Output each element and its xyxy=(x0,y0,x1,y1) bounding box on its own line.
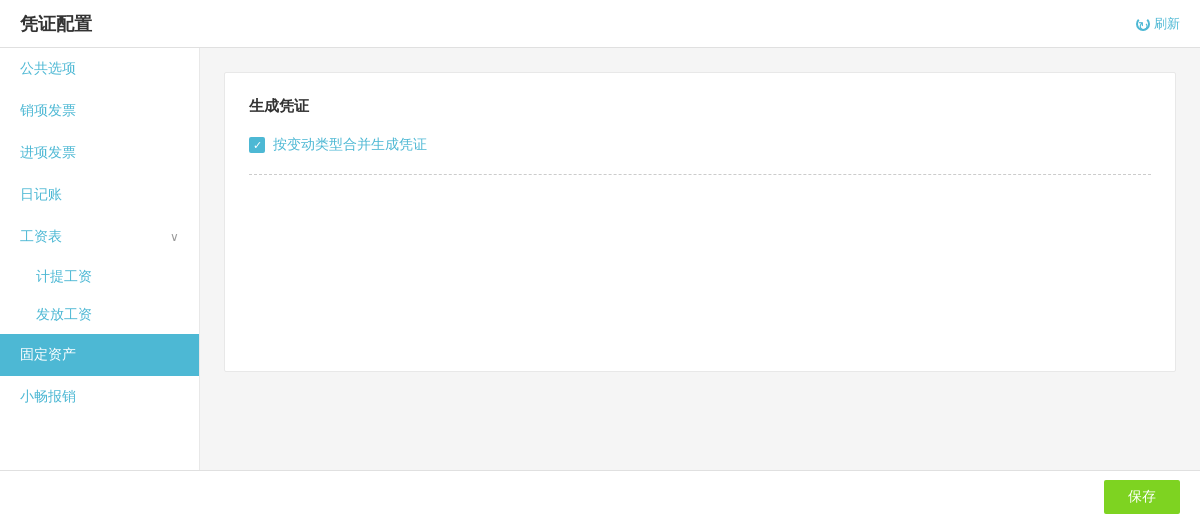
sidebar-item-label: 工资表 xyxy=(20,228,62,246)
sidebar-item-label: 公共选项 xyxy=(20,60,76,78)
sidebar-item-journal[interactable]: 日记账 xyxy=(0,174,199,216)
sidebar-item-public[interactable]: 公共选项 xyxy=(0,48,199,90)
sidebar-item-label: 进项发票 xyxy=(20,144,76,162)
sidebar-item-label: 计提工资 xyxy=(36,268,92,284)
refresh-icon: ↻ xyxy=(1136,17,1150,31)
sidebar-item-payroll-calc[interactable]: 计提工资 xyxy=(0,258,199,296)
chevron-down-icon: ∨ xyxy=(170,230,179,244)
sidebar-item-label: 日记账 xyxy=(20,186,62,204)
save-button[interactable]: 保存 xyxy=(1104,480,1180,514)
sidebar-item-label: 小畅报销 xyxy=(20,388,76,406)
sidebar-item-label: 销项发票 xyxy=(20,102,76,120)
footer: 保存 xyxy=(0,470,1200,522)
refresh-label: 刷新 xyxy=(1154,15,1180,33)
main-content: 公共选项 销项发票 进项发票 日记账 工资表 ∨ 计提工资 发放工资 固定资 xyxy=(0,48,1200,470)
page-title: 凭证配置 xyxy=(20,12,92,36)
sidebar-item-sales-invoice[interactable]: 销项发票 xyxy=(0,90,199,132)
checkmark-icon: ✓ xyxy=(253,140,262,151)
refresh-button[interactable]: ↻ 刷新 xyxy=(1136,15,1180,33)
sidebar-item-label: 固定资产 xyxy=(20,346,76,364)
section-divider xyxy=(249,174,1151,175)
sidebar-item-payroll[interactable]: 工资表 ∨ xyxy=(0,216,199,258)
sidebar-item-payroll-pay[interactable]: 发放工资 xyxy=(0,296,199,334)
section-title: 生成凭证 xyxy=(249,97,1151,116)
page-wrapper: 凭证配置 ↻ 刷新 公共选项 销项发票 进项发票 日记账 工资表 ∨ xyxy=(0,0,1200,522)
content-card: 生成凭证 ✓ 按变动类型合并生成凭证 xyxy=(224,72,1176,372)
sidebar-item-fixed-assets[interactable]: 固定资产 xyxy=(0,334,199,376)
content-area: 生成凭证 ✓ 按变动类型合并生成凭证 xyxy=(200,48,1200,470)
header: 凭证配置 ↻ 刷新 xyxy=(0,0,1200,48)
sidebar-item-label: 发放工资 xyxy=(36,306,92,322)
sidebar-item-expense[interactable]: 小畅报销 xyxy=(0,376,199,418)
checkbox-label[interactable]: 按变动类型合并生成凭证 xyxy=(273,136,427,154)
sidebar-item-purchase-invoice[interactable]: 进项发票 xyxy=(0,132,199,174)
checkbox-row: ✓ 按变动类型合并生成凭证 xyxy=(249,136,1151,154)
merge-by-type-checkbox[interactable]: ✓ xyxy=(249,137,265,153)
sidebar: 公共选项 销项发票 进项发票 日记账 工资表 ∨ 计提工资 发放工资 固定资 xyxy=(0,48,200,470)
